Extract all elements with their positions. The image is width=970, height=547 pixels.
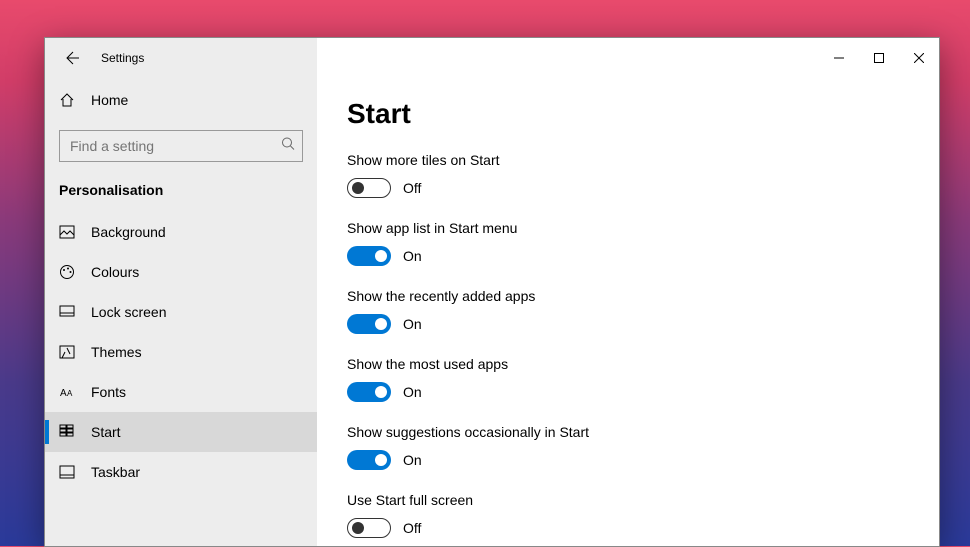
toggle-state-label: Off — [403, 520, 421, 536]
toggle-knob — [352, 522, 364, 534]
svg-text:A: A — [60, 388, 67, 399]
app-title: Settings — [101, 51, 144, 65]
setting-label: Use Start full screen — [347, 492, 909, 508]
close-button[interactable] — [899, 38, 939, 78]
search-container — [45, 130, 317, 162]
toggle-state-label: On — [403, 248, 422, 264]
back-button[interactable] — [49, 38, 93, 78]
setting-row: Use Start full screen Off — [347, 492, 909, 538]
nav-label: Themes — [91, 344, 142, 360]
home-link[interactable]: Home — [45, 78, 317, 122]
setting-label: Show app list in Start menu — [347, 220, 909, 236]
setting-label: Show suggestions occasionally in Start — [347, 424, 909, 440]
toggle-switch[interactable] — [347, 450, 391, 470]
nav-item-background[interactable]: Background — [45, 212, 317, 252]
settings-list: Show more tiles on Start Off Show app list… — [347, 152, 909, 546]
lock-screen-icon — [59, 304, 75, 320]
toggle-row: On — [347, 246, 909, 266]
nav-item-themes[interactable]: Themes — [45, 332, 317, 372]
toggle-state-label: On — [403, 384, 422, 400]
toggle-state-label: On — [403, 316, 422, 332]
themes-icon — [59, 344, 75, 360]
main-content: Start Show more tiles on Start Off Show ap… — [317, 38, 939, 546]
toggle-row: On — [347, 314, 909, 334]
toggle-knob — [375, 250, 387, 262]
setting-row: Show the most used apps On — [347, 356, 909, 402]
toggle-state-label: On — [403, 452, 422, 468]
sidebar: Settings Home Personalisation Background — [45, 38, 317, 546]
toggle-state-label: Off — [403, 180, 421, 196]
start-icon — [59, 424, 75, 440]
titlebar: Settings — [45, 38, 317, 78]
nav-item-colours[interactable]: Colours — [45, 252, 317, 292]
toggle-switch[interactable] — [347, 314, 391, 334]
nav-item-start[interactable]: Start — [45, 412, 317, 452]
svg-text:A: A — [67, 389, 73, 398]
minimize-button[interactable] — [819, 38, 859, 78]
nav-list: Background Colours Lock screen Themes AA… — [45, 212, 317, 492]
page-title: Start — [347, 98, 909, 130]
nav-label: Background — [91, 224, 166, 240]
nav-label: Taskbar — [91, 464, 140, 480]
section-header: Personalisation — [45, 162, 317, 212]
toggle-switch[interactable] — [347, 178, 391, 198]
toggle-knob — [352, 182, 364, 194]
setting-label: Show the most used apps — [347, 356, 909, 372]
setting-row: Show the recently added apps On — [347, 288, 909, 334]
nav-label: Start — [91, 424, 121, 440]
toggle-knob — [375, 454, 387, 466]
nav-label: Fonts — [91, 384, 126, 400]
home-label: Home — [91, 92, 128, 108]
palette-icon — [59, 264, 75, 280]
nav-label: Colours — [91, 264, 139, 280]
toggle-row: On — [347, 450, 909, 470]
nav-label: Lock screen — [91, 304, 166, 320]
toggle-row: Off — [347, 178, 909, 198]
window-controls — [819, 38, 939, 78]
fonts-icon: AA — [59, 384, 75, 400]
toggle-row: Off — [347, 518, 909, 538]
toggle-switch[interactable] — [347, 382, 391, 402]
toggle-switch[interactable] — [347, 246, 391, 266]
setting-row: Show suggestions occasionally in Start On — [347, 424, 909, 470]
nav-item-fonts[interactable]: AA Fonts — [45, 372, 317, 412]
toggle-knob — [375, 318, 387, 330]
toggle-row: On — [347, 382, 909, 402]
home-icon — [59, 92, 75, 108]
setting-label: Show more tiles on Start — [347, 152, 909, 168]
setting-row: Show app list in Start menu On — [347, 220, 909, 266]
picture-icon — [59, 224, 75, 240]
setting-label: Show the recently added apps — [347, 288, 909, 304]
search-icon — [281, 137, 295, 156]
taskbar-icon — [59, 464, 75, 480]
toggle-switch[interactable] — [347, 518, 391, 538]
nav-item-taskbar[interactable]: Taskbar — [45, 452, 317, 492]
settings-window: Settings Home Personalisation Background — [44, 37, 940, 547]
nav-item-lock-screen[interactable]: Lock screen — [45, 292, 317, 332]
toggle-knob — [375, 386, 387, 398]
search-input[interactable] — [59, 130, 303, 162]
setting-row: Show more tiles on Start Off — [347, 152, 909, 198]
maximize-button[interactable] — [859, 38, 899, 78]
